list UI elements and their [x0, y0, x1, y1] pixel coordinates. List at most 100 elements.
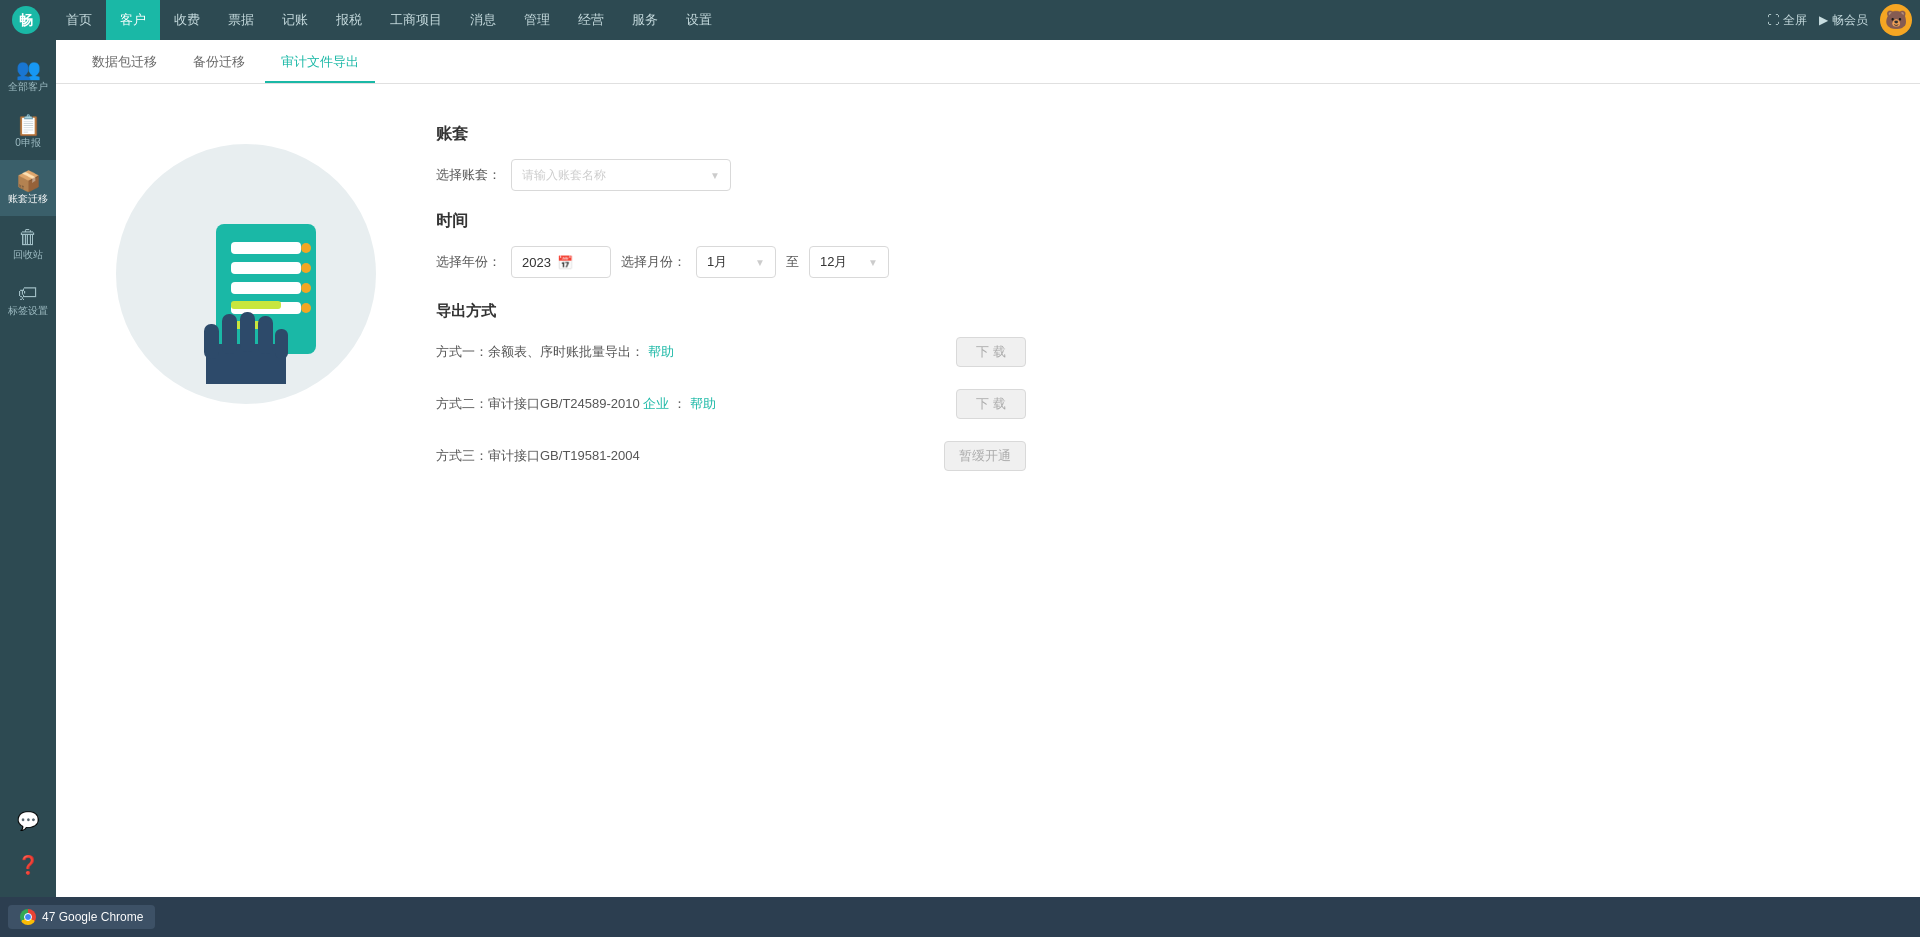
export-method-2-download-btn[interactable]: 下 载 [956, 389, 1026, 419]
top-nav: 畅 首页 客户 收费 票据 记账 报税 工商项目 消息 管理 经营 服务 设置 … [0, 0, 1920, 40]
year-value: 2023 [522, 255, 551, 270]
tag-settings-icon: 🏷 [18, 283, 38, 303]
export-method-2-row: 方式二：审计接口GB/T24589-2010 企业 ： 帮助 下 载 [436, 389, 1036, 419]
form-area: 账套 选择账套： 请输入账套名称 ▼ 时间 选择年份： 2023 � [436, 124, 1036, 857]
taskbar: 47 Google Chrome [0, 897, 1920, 937]
export-method-3-label: 方式三：审计接口GB/T19581-2004 [436, 447, 640, 465]
nav-manage[interactable]: 管理 [510, 0, 564, 40]
export-method-2-help[interactable]: 帮助 [690, 396, 716, 411]
export-method-2-text: 方式二：审计接口GB/T24589-2010 [436, 396, 640, 411]
sidebar-chat-btn[interactable]: 💬 [0, 801, 56, 841]
month-start-chevron-icon: ▼ [755, 257, 765, 268]
sidebar-item-all-clients[interactable]: 👥 全部客户 [0, 48, 56, 104]
member-label: 畅会员 [1832, 12, 1868, 29]
export-method-1-label: 方式一：余额表、序时账批量导出： 帮助 [436, 343, 674, 361]
svg-rect-17 [240, 312, 255, 352]
all-clients-icon: 👥 [16, 59, 41, 79]
export-method-2-colon: ： [673, 396, 686, 411]
nav-invoice[interactable]: 票据 [214, 0, 268, 40]
month-start-select[interactable]: 1月 ▼ [696, 246, 776, 278]
avatar[interactable]: 🐻 [1880, 4, 1912, 36]
nav-operation[interactable]: 经营 [564, 0, 618, 40]
sidebar-item-zero-declare[interactable]: 📋 0申报 [0, 104, 56, 160]
content-area: 数据包迁移 备份迁移 审计文件导出 [56, 40, 1920, 897]
nav-settings[interactable]: 设置 [672, 0, 726, 40]
sidebar-item-zero-declare-label: 0申报 [15, 137, 41, 149]
sidebar-bottom: 💬 ❓ [0, 801, 56, 897]
nav-account[interactable]: 记账 [268, 0, 322, 40]
svg-rect-4 [231, 262, 301, 274]
svg-point-9 [301, 283, 311, 293]
illustration-svg [146, 164, 346, 384]
time-separator: 至 [786, 253, 799, 271]
main-container: 👥 全部客户 📋 0申报 📦 账套迁移 🗑 回收站 🏷 标签设置 💬 ❓ 数据包… [0, 40, 1920, 897]
fullscreen-btn[interactable]: ⛶ 全屏 [1767, 12, 1807, 29]
time-row: 选择年份： 2023 📅 选择月份： 1月 ▼ 至 12月 ▼ [436, 246, 1036, 278]
sidebar-item-all-clients-label: 全部客户 [8, 81, 48, 93]
account-migrate-icon: 📦 [16, 171, 41, 191]
year-label: 选择年份： [436, 253, 501, 271]
svg-rect-19 [275, 329, 288, 359]
export-method-3-unlock-btn[interactable]: 暂缓开通 [944, 441, 1026, 471]
svg-point-10 [301, 303, 311, 313]
svg-rect-12 [231, 301, 281, 309]
app-logo[interactable]: 畅 [8, 2, 44, 38]
svg-point-8 [301, 263, 311, 273]
month-end-select[interactable]: 12月 ▼ [809, 246, 889, 278]
time-section-title: 时间 [436, 211, 1036, 232]
sidebar-item-recycle[interactable]: 🗑 回收站 [0, 216, 56, 272]
sidebar-item-recycle-label: 回收站 [13, 249, 43, 261]
export-section-title: 导出方式 [436, 302, 1036, 321]
sidebar-item-tag-settings-label: 标签设置 [8, 305, 48, 317]
nav-message[interactable]: 消息 [456, 0, 510, 40]
nav-business[interactable]: 工商项目 [376, 0, 456, 40]
svg-rect-18 [258, 316, 273, 354]
tab-bar: 数据包迁移 备份迁移 审计文件导出 [56, 40, 1920, 84]
fullscreen-icon: ⛶ [1767, 13, 1779, 27]
zero-declare-icon: 📋 [16, 115, 41, 135]
recycle-icon: 🗑 [18, 227, 38, 247]
year-input[interactable]: 2023 📅 [511, 246, 611, 278]
member-icon: ▶ [1819, 13, 1828, 27]
illustration-circle [116, 144, 376, 404]
svg-rect-5 [231, 282, 301, 294]
export-method-1-download-btn[interactable]: 下 载 [956, 337, 1026, 367]
nav-home[interactable]: 首页 [52, 0, 106, 40]
svg-text:畅: 畅 [19, 12, 33, 28]
month-label: 选择月份： [621, 253, 686, 271]
top-nav-right: ⛶ 全屏 ▶ 畅会员 🐻 [1767, 4, 1912, 36]
fullscreen-label: 全屏 [1783, 12, 1807, 29]
svg-rect-3 [231, 242, 301, 254]
nav-client[interactable]: 客户 [106, 0, 160, 40]
nav-tax[interactable]: 报税 [322, 0, 376, 40]
taskbar-chrome-label: 47 Google Chrome [42, 910, 143, 924]
member-btn[interactable]: ▶ 畅会员 [1819, 12, 1868, 29]
export-method-1-text: 方式一：余额表、序时账批量导出： [436, 344, 644, 359]
tab-data-migrate[interactable]: 数据包迁移 [76, 43, 173, 83]
month-start-value: 1月 [707, 253, 727, 271]
calendar-icon: 📅 [557, 255, 573, 270]
export-method-2-company[interactable]: 企业 [643, 396, 669, 411]
month-end-chevron-icon: ▼ [868, 257, 878, 268]
export-method-1-help[interactable]: 帮助 [648, 344, 674, 359]
export-method-3-row: 方式三：审计接口GB/T19581-2004 暂缓开通 [436, 441, 1036, 471]
month-end-value: 12月 [820, 253, 847, 271]
export-method-1-row: 方式一：余额表、序时账批量导出： 帮助 下 载 [436, 337, 1036, 367]
svg-rect-15 [204, 324, 219, 359]
illustration-wrap [116, 124, 376, 857]
sidebar-help-btn[interactable]: ❓ [0, 845, 56, 885]
account-select[interactable]: 请输入账套名称 ▼ [511, 159, 731, 191]
account-chevron-icon: ▼ [710, 170, 720, 181]
tab-audit-export[interactable]: 审计文件导出 [265, 43, 375, 83]
tab-backup-migrate[interactable]: 备份迁移 [177, 43, 261, 83]
account-label: 选择账套： [436, 166, 501, 184]
sidebar: 👥 全部客户 📋 0申报 📦 账套迁移 🗑 回收站 🏷 标签设置 💬 ❓ [0, 40, 56, 897]
nav-service[interactable]: 服务 [618, 0, 672, 40]
sidebar-item-tag-settings[interactable]: 🏷 标签设置 [0, 272, 56, 328]
chrome-icon [20, 909, 36, 925]
account-section-title: 账套 [436, 124, 1036, 145]
sidebar-item-account-migrate[interactable]: 📦 账套迁移 [0, 160, 56, 216]
nav-fee[interactable]: 收费 [160, 0, 214, 40]
page-content: 账套 选择账套： 请输入账套名称 ▼ 时间 选择年份： 2023 � [56, 84, 1920, 897]
taskbar-chrome-item[interactable]: 47 Google Chrome [8, 905, 155, 929]
